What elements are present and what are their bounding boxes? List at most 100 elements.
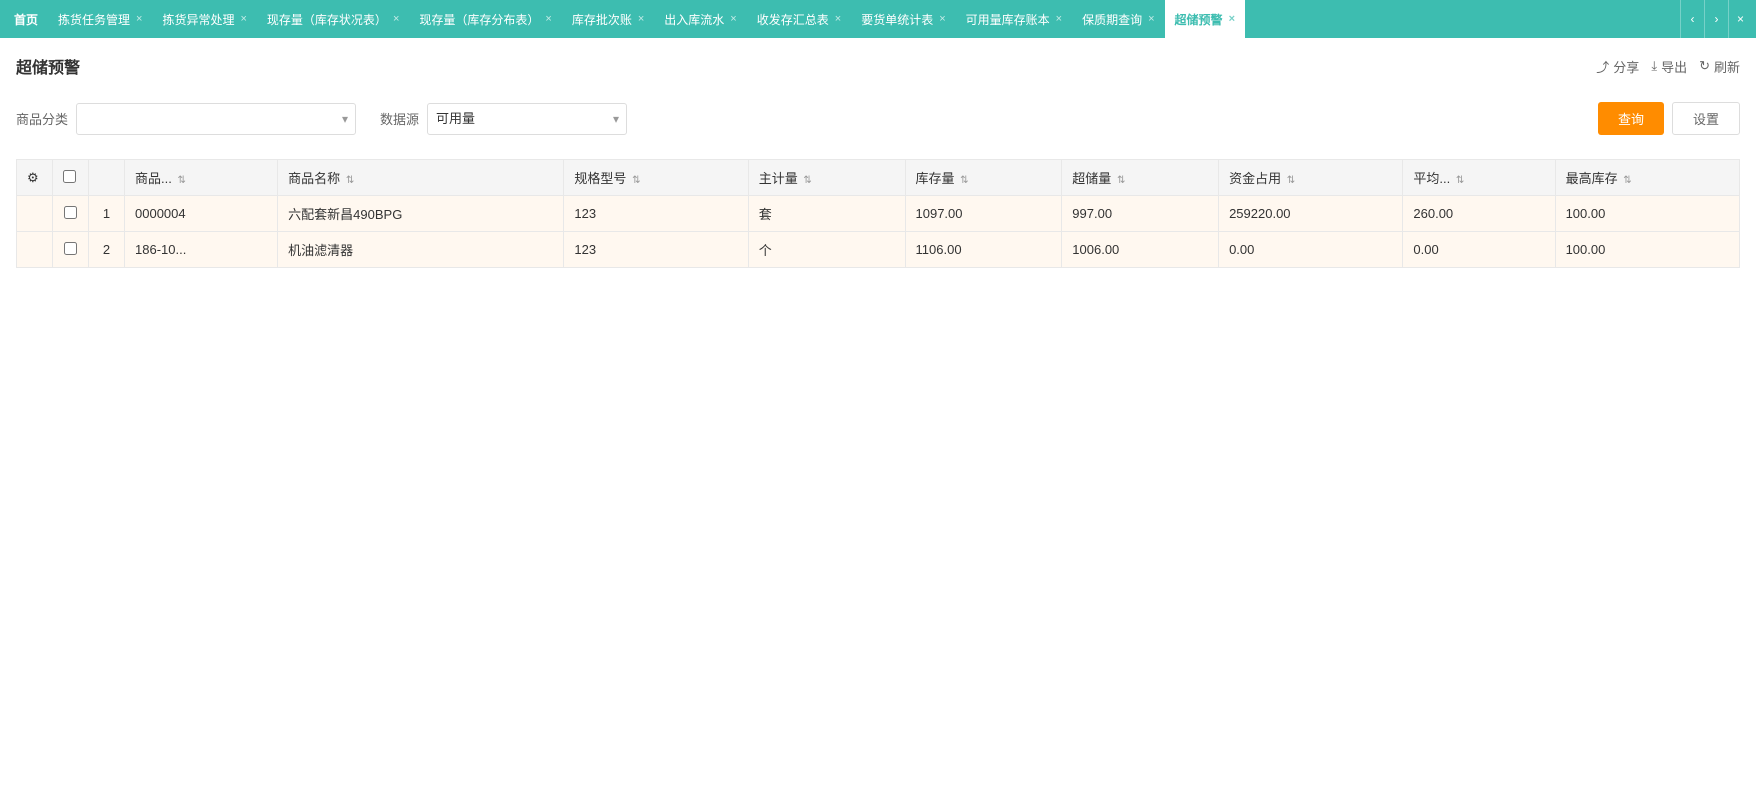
th-stock[interactable]: 库存量 ⇅ xyxy=(905,160,1062,196)
nav-tab-5[interactable]: 库存批次账 × xyxy=(562,0,654,38)
nav-tab-7[interactable]: 收发存汇总表 × xyxy=(747,0,851,38)
nav-tab-4-close[interactable]: × xyxy=(545,13,551,25)
nav-tab-8-close[interactable]: × xyxy=(939,13,945,25)
nav-tab-9-close[interactable]: × xyxy=(1056,13,1062,25)
datasource-select[interactable]: 可用量 xyxy=(427,103,627,135)
row2-gear xyxy=(17,232,53,268)
nav-tab-home-label: 首页 xyxy=(14,11,38,28)
row1-checkbox[interactable] xyxy=(64,206,77,219)
datasource-label: 数据源 xyxy=(380,109,419,128)
nav-tab-2-close[interactable]: × xyxy=(240,13,246,25)
nav-tab-2[interactable]: 拣货异常处理 × xyxy=(152,0,256,38)
row1-gear xyxy=(17,196,53,232)
datasource-filter: 数据源 可用量 xyxy=(380,103,627,135)
top-nav: 首页 拣货任务管理 × 拣货异常处理 × 现存量（库存状况表） × 现存量（库存… xyxy=(0,0,1756,38)
nav-tab-11[interactable]: 超储预警 × xyxy=(1165,0,1245,38)
category-label: 商品分类 xyxy=(16,109,68,128)
share-button[interactable]: ⤴ 分享 xyxy=(1596,57,1639,76)
nav-tab-4-label: 现存量（库存分布表） xyxy=(419,11,539,28)
query-button[interactable]: 查询 xyxy=(1598,102,1664,135)
datasource-select-wrapper: 可用量 xyxy=(427,103,627,135)
refresh-icon: ↻ xyxy=(1699,58,1710,74)
th-product-name[interactable]: 商品名称 ⇅ xyxy=(278,160,564,196)
nav-tab-11-close[interactable]: × xyxy=(1229,13,1235,25)
sort-capital-icon: ⇅ xyxy=(1287,175,1295,186)
export-button[interactable]: ⤓ 导出 xyxy=(1651,57,1687,76)
row2-overstock: 1006.00 xyxy=(1062,232,1219,268)
nav-next-btn[interactable]: › xyxy=(1704,0,1728,38)
select-all-checkbox[interactable] xyxy=(63,170,76,183)
nav-tab-3-close[interactable]: × xyxy=(393,13,399,25)
nav-tab-1-close[interactable]: × xyxy=(136,13,142,25)
row2-unit: 个 xyxy=(748,232,905,268)
nav-tab-6-label: 出入库流水 xyxy=(664,11,724,28)
sort-overstock-icon: ⇅ xyxy=(1117,175,1125,186)
row2-capital: 0.00 xyxy=(1219,232,1403,268)
settings-button[interactable]: 设置 xyxy=(1672,102,1740,135)
row2-checkbox[interactable] xyxy=(64,242,77,255)
th-spec[interactable]: 规格型号 ⇅ xyxy=(564,160,748,196)
th-product-name-label: 商品名称 xyxy=(288,171,340,186)
th-capital[interactable]: 资金占用 ⇅ xyxy=(1219,160,1403,196)
row1-product-code: 0000004 xyxy=(125,196,278,232)
th-product-code-label: 商品... xyxy=(135,171,172,186)
nav-tab-3[interactable]: 现存量（库存状况表） × xyxy=(257,0,409,38)
row1-capital: 259220.00 xyxy=(1219,196,1403,232)
row1-unit: 套 xyxy=(748,196,905,232)
nav-tab-home[interactable]: 首页 xyxy=(4,0,48,38)
export-icon: ⤓ xyxy=(1651,58,1657,74)
nav-tab-10[interactable]: 保质期查询 × xyxy=(1072,0,1164,38)
th-max-stock-label: 最高库存 xyxy=(1566,171,1618,186)
th-unit-label: 主计量 xyxy=(759,171,798,186)
category-select[interactable] xyxy=(76,103,356,135)
nav-tab-5-close[interactable]: × xyxy=(638,13,644,25)
nav-tab-6-close[interactable]: × xyxy=(730,13,736,25)
th-overstock[interactable]: 超储量 ⇅ xyxy=(1062,160,1219,196)
row1-stock: 1097.00 xyxy=(905,196,1062,232)
refresh-button[interactable]: ↻ 刷新 xyxy=(1699,57,1740,76)
sort-unit-icon: ⇅ xyxy=(803,175,811,186)
main-content: 超储预警 ⤴ 分享 ⤓ 导出 ↻ 刷新 商品分类 xyxy=(0,38,1756,800)
nav-tab-6[interactable]: 出入库流水 × xyxy=(654,0,746,38)
row1-product-name: 六配套新昌490BPG xyxy=(278,196,564,232)
nav-tab-5-label: 库存批次账 xyxy=(572,11,632,28)
th-overstock-label: 超储量 xyxy=(1072,171,1111,186)
export-label: 导出 xyxy=(1661,57,1687,76)
nav-tab-7-label: 收发存汇总表 xyxy=(757,11,829,28)
row1-avg: 260.00 xyxy=(1403,196,1555,232)
th-avg[interactable]: 平均... ⇅ xyxy=(1403,160,1555,196)
th-max-stock[interactable]: 最高库存 ⇅ xyxy=(1555,160,1739,196)
th-gear[interactable]: ⚙ xyxy=(17,160,53,196)
nav-tab-7-close[interactable]: × xyxy=(835,13,841,25)
page-header: 超储预警 ⤴ 分享 ⤓ 导出 ↻ 刷新 xyxy=(16,54,1740,78)
th-capital-label: 资金占用 xyxy=(1229,171,1281,186)
share-icon: ⤴ xyxy=(1596,57,1609,76)
nav-tab-10-close[interactable]: × xyxy=(1148,13,1154,25)
category-select-wrapper xyxy=(76,103,356,135)
th-product-code[interactable]: 商品... ⇅ xyxy=(125,160,278,196)
header-actions: ⤴ 分享 ⤓ 导出 ↻ 刷新 xyxy=(1596,57,1740,76)
nav-tab-8[interactable]: 要货单统计表 × xyxy=(851,0,955,38)
th-checkbox[interactable] xyxy=(53,160,89,196)
row1-overstock: 997.00 xyxy=(1062,196,1219,232)
sort-product-code-icon: ⇅ xyxy=(177,175,185,186)
nav-tab-11-label: 超储预警 xyxy=(1175,11,1223,28)
row2-stock: 1106.00 xyxy=(905,232,1062,268)
table-row: 2 186-10... 机油滤清器 123 个 1106.00 xyxy=(17,232,1740,268)
nav-tab-2-label: 拣货异常处理 xyxy=(162,11,234,28)
nav-tab-4[interactable]: 现存量（库存分布表） × xyxy=(409,0,561,38)
nav-tab-8-label: 要货单统计表 xyxy=(861,11,933,28)
row1-num: 1 xyxy=(89,196,125,232)
nav-tab-9[interactable]: 可用量库存账本 × xyxy=(956,0,1072,38)
row2-checkbox-cell[interactable] xyxy=(53,232,89,268)
nav-prev-btn[interactable]: ‹ xyxy=(1680,0,1704,38)
data-table: ⚙ 商品... ⇅ 商品名称 ⇅ 规格型号 ⇅ xyxy=(16,159,1740,268)
gear-icon: ⚙ xyxy=(27,170,39,185)
sort-avg-icon: ⇅ xyxy=(1456,175,1464,186)
th-unit[interactable]: 主计量 ⇅ xyxy=(748,160,905,196)
row1-checkbox-cell[interactable] xyxy=(53,196,89,232)
row2-max-stock: 100.00 xyxy=(1555,232,1739,268)
nav-tab-3-label: 现存量（库存状况表） xyxy=(267,11,387,28)
nav-tab-1[interactable]: 拣货任务管理 × xyxy=(48,0,152,38)
nav-more-btn[interactable]: × xyxy=(1728,0,1752,38)
